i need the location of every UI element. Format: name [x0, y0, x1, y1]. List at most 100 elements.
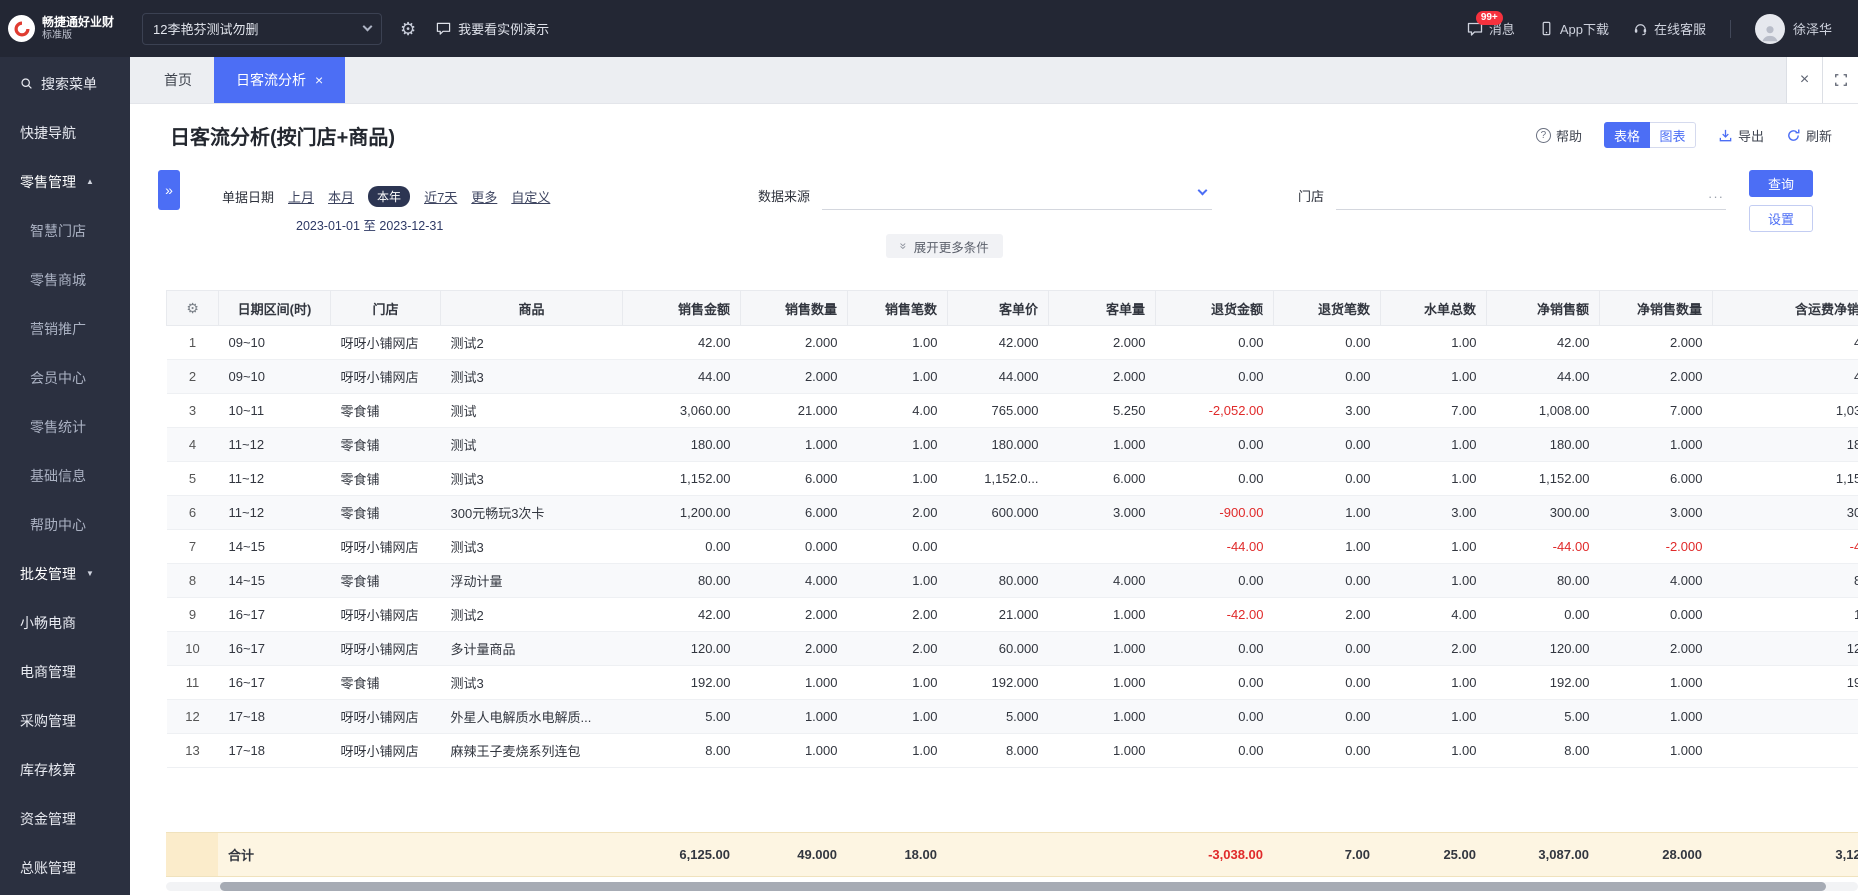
table-row[interactable]: 7 14~15 呀呀小铺网店 测试3 0.00 0.000 0.00 -44.00 1.00 1.…: [166, 529, 1858, 564]
settings-gear-icon[interactable]: ⚙: [400, 20, 416, 38]
sidebar-item[interactable]: 会员中心: [0, 353, 130, 402]
sidebar-item[interactable]: 电商管理: [0, 647, 130, 696]
sidebar-item-label: 会员中心: [30, 369, 86, 386]
table-row[interactable]: 9 16~17 呀呀小铺网店 测试2 42.00 2.000 2.00 21.000 1.000…: [166, 597, 1858, 632]
more-options-button[interactable]: ···: [1708, 189, 1724, 204]
column-settings-gear-icon[interactable]: ⚙: [186, 300, 199, 316]
sidebar-item-label: 营销推广: [30, 320, 86, 337]
sidebar-item[interactable]: 基础信息: [0, 451, 130, 500]
quick-option[interactable]: 上月: [288, 187, 314, 206]
table-row[interactable]: 12 17~18 呀呀小铺网店 外星人电解质水电解质... 5.00 1.000 1.00 5…: [166, 699, 1858, 734]
column-header[interactable]: 客单价: [947, 290, 1049, 326]
column-header[interactable]: 日期区间(时): [218, 290, 331, 326]
view-table-button[interactable]: 表格: [1603, 122, 1650, 148]
sidebar-item[interactable]: 帮助中心: [0, 500, 130, 549]
table-cell: 42.00: [622, 325, 741, 360]
table-row[interactable]: 3 10~11 零食铺 测试 3,060.00 21.000 4.00 765.000 5.25…: [166, 393, 1858, 428]
table-row[interactable]: 6 11~12 零食铺 300元畅玩3次卡 1,200.00 6.000 2.00 600.0…: [166, 495, 1858, 530]
table-row[interactable]: 5 11~12 零食铺 测试3 1,152.00 6.000 1.00 1,152.0... 6…: [166, 461, 1858, 496]
demo-link[interactable]: 我要看实例演示: [436, 19, 549, 38]
table-row[interactable]: 4 11~12 零食铺 测试 180.00 1.000 1.00 180.000 1.000 0.…: [166, 427, 1858, 462]
table-row[interactable]: 8 14~15 零食铺 浮动计量 80.00 4.000 1.00 80.000 4.000 0.…: [166, 563, 1858, 598]
sidebar-item[interactable]: 批发管理 ▼: [0, 549, 130, 598]
sidebar-item[interactable]: 资金管理: [0, 794, 130, 843]
column-header[interactable]: 销售金额: [622, 290, 741, 326]
sidebar-item[interactable]: 智慧门店: [0, 206, 130, 255]
table-cell: 1,152.00: [1486, 461, 1600, 496]
close-icon[interactable]: ×: [315, 72, 323, 88]
sidebar-item[interactable]: 快捷导航: [0, 108, 130, 157]
fullscreen-button[interactable]: [1822, 57, 1858, 103]
sidebar-item[interactable]: 库存核算: [0, 745, 130, 794]
store-input[interactable]: ···: [1336, 186, 1727, 210]
sidebar-item[interactable]: 零售管理 ▲: [0, 157, 130, 206]
tab-daily-customer-flow[interactable]: 日客流分析 ×: [214, 57, 346, 103]
collapse-filter-button[interactable]: »: [158, 170, 180, 210]
table-cell: 180.00: [1486, 427, 1600, 462]
quick-option[interactable]: 本年: [368, 186, 411, 207]
column-header[interactable]: 商品: [440, 290, 623, 326]
sidebar-item[interactable]: 采购管理: [0, 696, 130, 745]
date-range[interactable]: 2023-01-01 至 2023-12-31: [296, 215, 550, 234]
column-header[interactable]: 净销售额: [1486, 290, 1600, 326]
table-cell: 零食铺: [330, 393, 441, 428]
column-header[interactable]: 水单总数: [1380, 290, 1487, 326]
table-row[interactable]: 2 09~10 呀呀小铺网店 测试3 44.00 2.000 1.00 44.000 2.000…: [166, 359, 1858, 394]
column-header[interactable]: ⚙: [166, 290, 219, 326]
close-all-tabs-button[interactable]: ×: [1786, 57, 1822, 103]
expand-more-button[interactable]: » 展开更多条件: [886, 234, 1003, 258]
store-label: 门店: [1298, 189, 1325, 204]
settings-button[interactable]: 设置: [1749, 205, 1813, 232]
column-header[interactable]: 净销售数量: [1599, 290, 1713, 326]
tab-home[interactable]: 首页: [142, 57, 214, 103]
table-cell: 0.00: [1155, 461, 1274, 496]
scrollbar-thumb[interactable]: [220, 882, 1826, 891]
total-cell: 49.000: [740, 832, 847, 877]
export-button[interactable]: 导出: [1718, 126, 1764, 145]
sidebar-item[interactable]: 营销推广: [0, 304, 130, 353]
sidebar-item[interactable]: 小畅电商: [0, 598, 130, 647]
online-service-button[interactable]: 在线客服: [1633, 19, 1706, 38]
sidebar-item[interactable]: 零售商城: [0, 255, 130, 304]
table-cell: 14~15: [218, 529, 331, 564]
app-download-button[interactable]: App下载: [1539, 19, 1609, 38]
brand-logo[interactable]: 畅捷通好业财 标准版: [0, 0, 130, 57]
table-cell: 42.00: [622, 597, 741, 632]
table-cell: 2.000: [1599, 359, 1713, 394]
sidebar-item[interactable]: 搜索菜单: [0, 59, 130, 108]
help-button[interactable]: ? 帮助: [1535, 126, 1582, 145]
user-menu[interactable]: 徐泽华: [1754, 13, 1832, 44]
sidebar-item[interactable]: 总账管理: [0, 843, 130, 892]
quick-option[interactable]: 更多: [471, 187, 497, 206]
view-chart-button[interactable]: 图表: [1649, 122, 1696, 148]
column-header[interactable]: 客单量: [1048, 290, 1156, 326]
query-button[interactable]: 查询: [1749, 170, 1813, 197]
table-row[interactable]: 13 17~18 呀呀小铺网店 麻辣王子麦烧系列连包 8.00 1.000 1.00 8.00…: [166, 733, 1858, 768]
table-cell: 60.000: [947, 631, 1049, 666]
table-cell: 4.000: [1048, 563, 1156, 598]
refresh-button[interactable]: 刷新: [1786, 126, 1832, 145]
column-header[interactable]: 销售笔数: [847, 290, 948, 326]
sidebar-item[interactable]: 零售统计: [0, 402, 130, 451]
column-header[interactable]: 含运费净销售额: [1712, 290, 1858, 326]
table-row[interactable]: 10 16~17 呀呀小铺网店 多计量商品 120.00 2.000 2.00 60.000 1…: [166, 631, 1858, 666]
total-cell: [440, 832, 622, 877]
messages-button[interactable]: 99+ 消息: [1467, 10, 1515, 38]
quick-option[interactable]: 近7天: [424, 187, 457, 206]
quick-option[interactable]: 自定义: [511, 187, 550, 206]
table-cell: 0.00: [847, 529, 948, 564]
column-header[interactable]: 销售数量: [740, 290, 848, 326]
table-cell: 测试2: [440, 597, 623, 632]
table-row[interactable]: 11 16~17 零食铺 测试3 192.00 1.000 1.00 192.000 1.000…: [166, 665, 1858, 700]
table-row[interactable]: 1 09~10 呀呀小铺网店 测试2 42.00 2.000 1.00 42.000 2.000…: [166, 325, 1858, 360]
column-header[interactable]: 退货笔数: [1273, 290, 1381, 326]
horizontal-scrollbar[interactable]: [166, 882, 1858, 891]
table-cell: 0.000: [1599, 597, 1713, 632]
table-cell: 零食铺: [330, 563, 441, 598]
quick-option[interactable]: 本月: [328, 187, 354, 206]
column-header[interactable]: 退货金额: [1155, 290, 1274, 326]
datasource-select[interactable]: [822, 185, 1213, 210]
column-header[interactable]: 门店: [330, 290, 441, 326]
doc-date-label: 单据日期: [222, 190, 275, 205]
workspace-select[interactable]: 12李艳芬测试勿删: [142, 12, 382, 45]
